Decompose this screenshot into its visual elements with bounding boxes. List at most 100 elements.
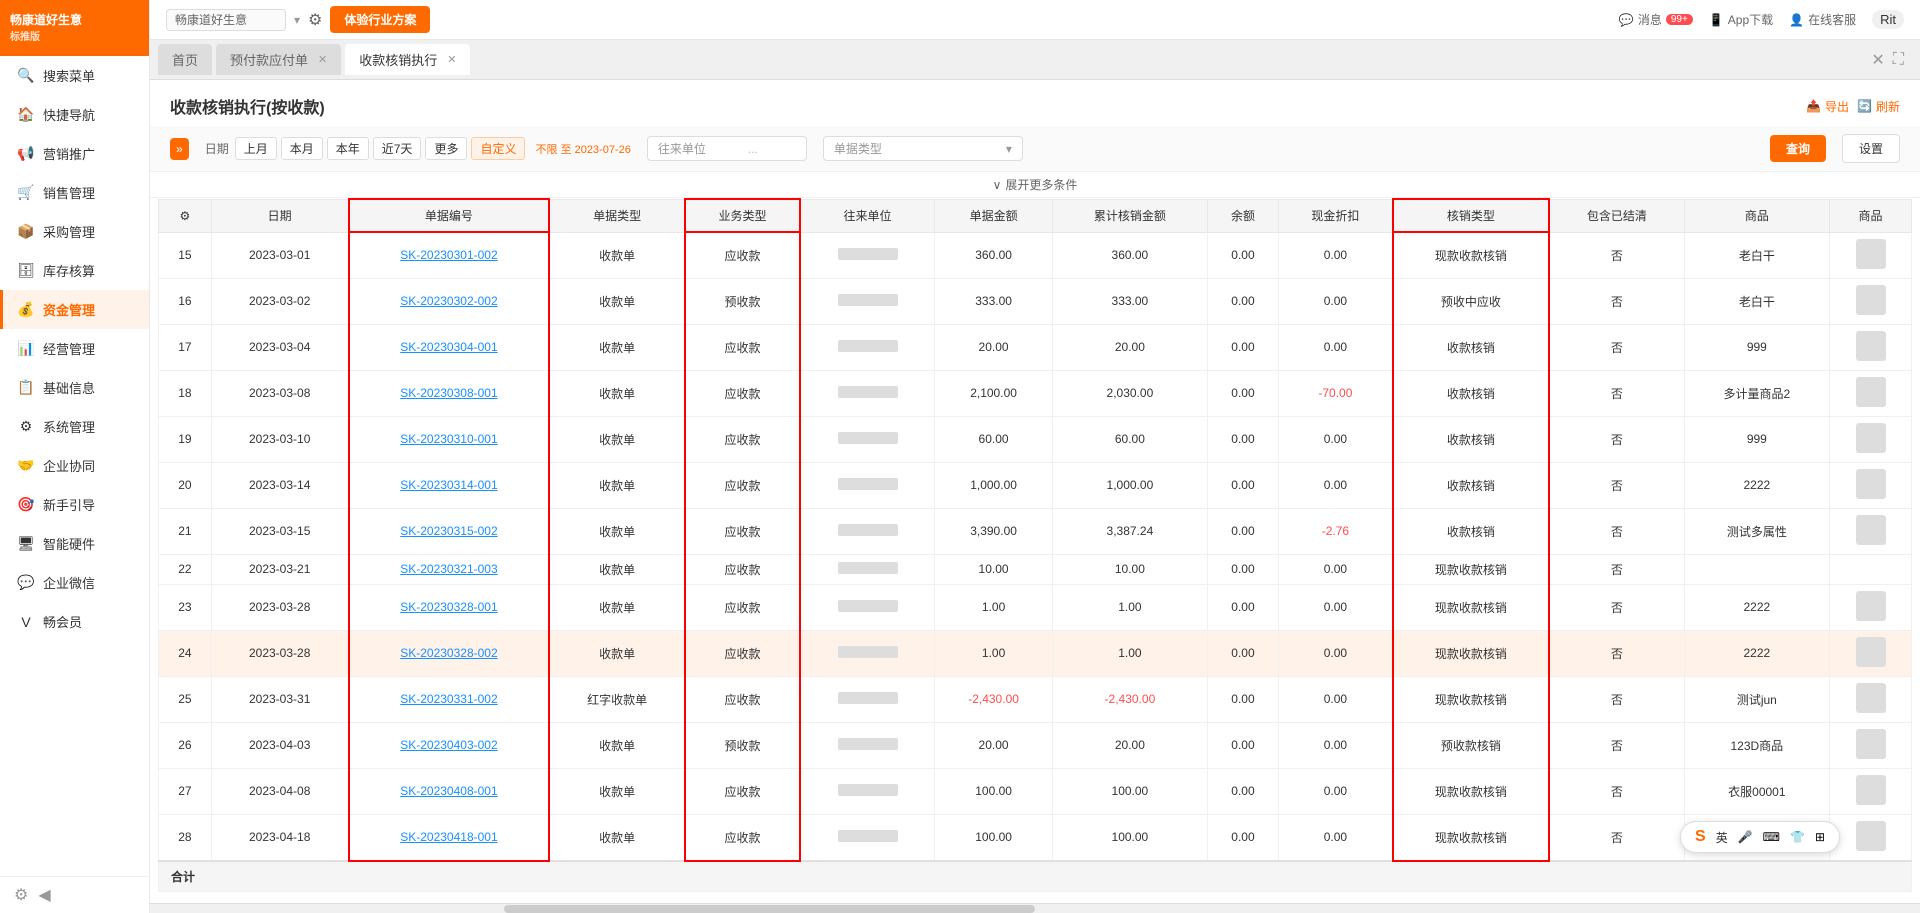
date-btn-more[interactable]: 更多 [425, 137, 467, 160]
sidebar-item-inventory[interactable]: 🗄库存核算 [0, 251, 149, 290]
tab-prepay[interactable]: 预付款应付单 ✕ [216, 44, 341, 75]
scrollbar-thumb[interactable] [504, 905, 1035, 913]
cell-cancel-type: 现款收款核销 [1393, 630, 1550, 676]
expand-more-button[interactable]: ∨ 展开更多条件 [993, 176, 1078, 193]
solution-button[interactable]: 体验行业方案 [330, 6, 430, 33]
cell-doc-type: 收款单 [549, 554, 685, 584]
messages-section[interactable]: 💬 消息 99+ [1619, 11, 1693, 28]
settings-icon[interactable]: ⚙ [14, 885, 28, 905]
date-btn-this-month[interactable]: 本月 [281, 137, 323, 160]
sogou-keyboard-icon[interactable]: ⌨ [1763, 830, 1780, 844]
cell-cancel-type: 现款收款核销 [1393, 768, 1550, 814]
app-download-label: App下载 [1728, 11, 1773, 28]
cell-cancel-type: 收款核销 [1393, 462, 1550, 508]
sogou-shirt-icon[interactable]: 👕 [1790, 830, 1805, 844]
app-download-section[interactable]: 📱 App下载 [1709, 11, 1773, 28]
sogou-grid-icon[interactable]: ⊞ [1815, 830, 1825, 844]
filter-unit-input[interactable]: 往来单位 ... [647, 136, 807, 161]
cell-doc-type: 收款单 [549, 416, 685, 462]
horizontal-scrollbar[interactable] [150, 903, 1920, 913]
dropdown-icon[interactable]: ▾ [294, 13, 300, 27]
doc-no-link[interactable]: SK-20230304-001 [400, 340, 497, 354]
tab-prepay-close[interactable]: ✕ [318, 53, 327, 66]
sidebar-item-sales[interactable]: 🛒销售管理 [0, 173, 149, 212]
sidebar-item-system[interactable]: ⚙系统管理 [0, 407, 149, 446]
date-btn-custom[interactable]: 自定义 [471, 137, 525, 160]
online-service-section[interactable]: 👤 在线客服 [1789, 11, 1856, 28]
sidebar-item-guide[interactable]: 🎯新手引导 [0, 485, 149, 524]
date-btn-prev-month[interactable]: 上月 [235, 137, 277, 160]
filter-toggle-button[interactable]: » [170, 138, 189, 160]
sidebar-label-hardware: 智能硬件 [43, 534, 95, 553]
sidebar-item-vip[interactable]: V畅会员 [0, 602, 149, 641]
goods-thumbnail [1856, 331, 1886, 361]
doc-no-link[interactable]: SK-20230328-001 [400, 600, 497, 614]
doc-no-link[interactable]: SK-20230310-001 [400, 432, 497, 446]
doc-no-link[interactable]: SK-20230301-002 [400, 248, 497, 262]
cell-cancel-type: 现款收款核销 [1393, 584, 1550, 630]
goods-thumbnail [1856, 637, 1886, 667]
sidebar-item-wechat[interactable]: 💬企业微信 [0, 563, 149, 602]
floating-toolbar: S 英 🎤 ⌨ 👕 ⊞ [1680, 821, 1840, 853]
doc-no-link[interactable]: SK-20230314-001 [400, 478, 497, 492]
export-button[interactable]: 📤 导出 [1806, 98, 1849, 115]
tab-home[interactable]: 首页 [158, 44, 212, 75]
cell-unit [800, 508, 935, 554]
sidebar-item-marketing[interactable]: 📢营销推广 [0, 134, 149, 173]
sidebar-label-sales: 销售管理 [43, 183, 95, 202]
doc-no-link[interactable]: SK-20230315-002 [400, 524, 497, 538]
sidebar-icon-finance: 💰 [17, 301, 35, 319]
sidebar-label-inventory: 库存核算 [43, 261, 95, 280]
doc-no-link[interactable]: SK-20230403-002 [400, 738, 497, 752]
cell-balance: 0.00 [1207, 324, 1278, 370]
col-settings[interactable]: ⚙ [159, 199, 212, 232]
table-row: 16 2023-03-02 SK-20230302-002 收款单 预收款 33… [159, 278, 1912, 324]
sidebar-item-shortcut[interactable]: 🏠快捷导航 [0, 95, 149, 134]
sogou-mic-icon[interactable]: 🎤 [1738, 830, 1753, 844]
sidebar-item-purchase[interactable]: 📦采购管理 [0, 212, 149, 251]
tab-expand-icon[interactable]: ⛶ [1893, 51, 1904, 69]
sidebar-item-basic[interactable]: 📋基础信息 [0, 368, 149, 407]
cell-goods-img [1830, 278, 1912, 324]
breadcrumb-input[interactable] [166, 9, 286, 31]
tab-receipt[interactable]: 收款核销执行 ✕ [345, 44, 470, 75]
cell-unit [800, 584, 935, 630]
date-btn-7days[interactable]: 近7天 [373, 137, 422, 160]
tab-close-all-icon[interactable]: ✕ [1871, 50, 1884, 70]
tab-receipt-close[interactable]: ✕ [447, 53, 456, 66]
col-biz-type: 业务类型 [685, 199, 800, 232]
cell-amount: 20.00 [935, 324, 1053, 370]
setting-button[interactable]: 设置 [1842, 134, 1900, 163]
refresh-button[interactable]: 🔄 刷新 [1857, 98, 1900, 115]
sidebar-item-hardware[interactable]: 🖥智能硬件 [0, 524, 149, 563]
doc-no-link[interactable]: SK-20230418-001 [400, 830, 497, 844]
sidebar-item-operation[interactable]: 📊经营管理 [0, 329, 149, 368]
cell-accum: -2,430.00 [1052, 676, 1207, 722]
cell-settled: 否 [1549, 462, 1684, 508]
cell-doc-no: SK-20230304-001 [349, 324, 550, 370]
filter-type-select[interactable]: 单据类型 ▾ [823, 136, 1023, 161]
sogou-eng-label[interactable]: 英 [1716, 829, 1728, 846]
doc-no-link[interactable]: SK-20230302-002 [400, 294, 497, 308]
query-button[interactable]: 查询 [1770, 135, 1826, 162]
filter-date-group: 日期 上月 本月 本年 近7天 更多 自定义 不限 至 2023-07-26 [205, 137, 631, 160]
collapse-icon[interactable]: ◀ [38, 885, 50, 905]
doc-no-link[interactable]: SK-20230328-002 [400, 646, 497, 660]
total-label: 合计 [159, 861, 1912, 892]
doc-no-link[interactable]: SK-20230408-001 [400, 784, 497, 798]
cell-doc-type: 收款单 [549, 232, 685, 278]
messages-label: 消息 [1638, 11, 1662, 28]
doc-no-link[interactable]: SK-20230331-002 [400, 692, 497, 706]
doc-no-link[interactable]: SK-20230308-001 [400, 386, 497, 400]
user-name[interactable]: Rit [1872, 10, 1904, 29]
tab-prepay-label: 预付款应付单 [230, 50, 308, 69]
date-btn-this-year[interactable]: 本年 [327, 137, 369, 160]
sidebar-item-corp[interactable]: 🤝企业协同 [0, 446, 149, 485]
sidebar-item-finance[interactable]: 💰资金管理 [0, 290, 149, 329]
sidebar-item-search[interactable]: 🔍搜索菜单 [0, 56, 149, 95]
gear-icon[interactable]: ⚙ [308, 10, 322, 30]
date-label: 日期 [205, 140, 229, 157]
table-row: 19 2023-03-10 SK-20230310-001 收款单 应收款 60… [159, 416, 1912, 462]
cell-discount: -70.00 [1279, 370, 1393, 416]
doc-no-link[interactable]: SK-20230321-003 [400, 562, 497, 576]
